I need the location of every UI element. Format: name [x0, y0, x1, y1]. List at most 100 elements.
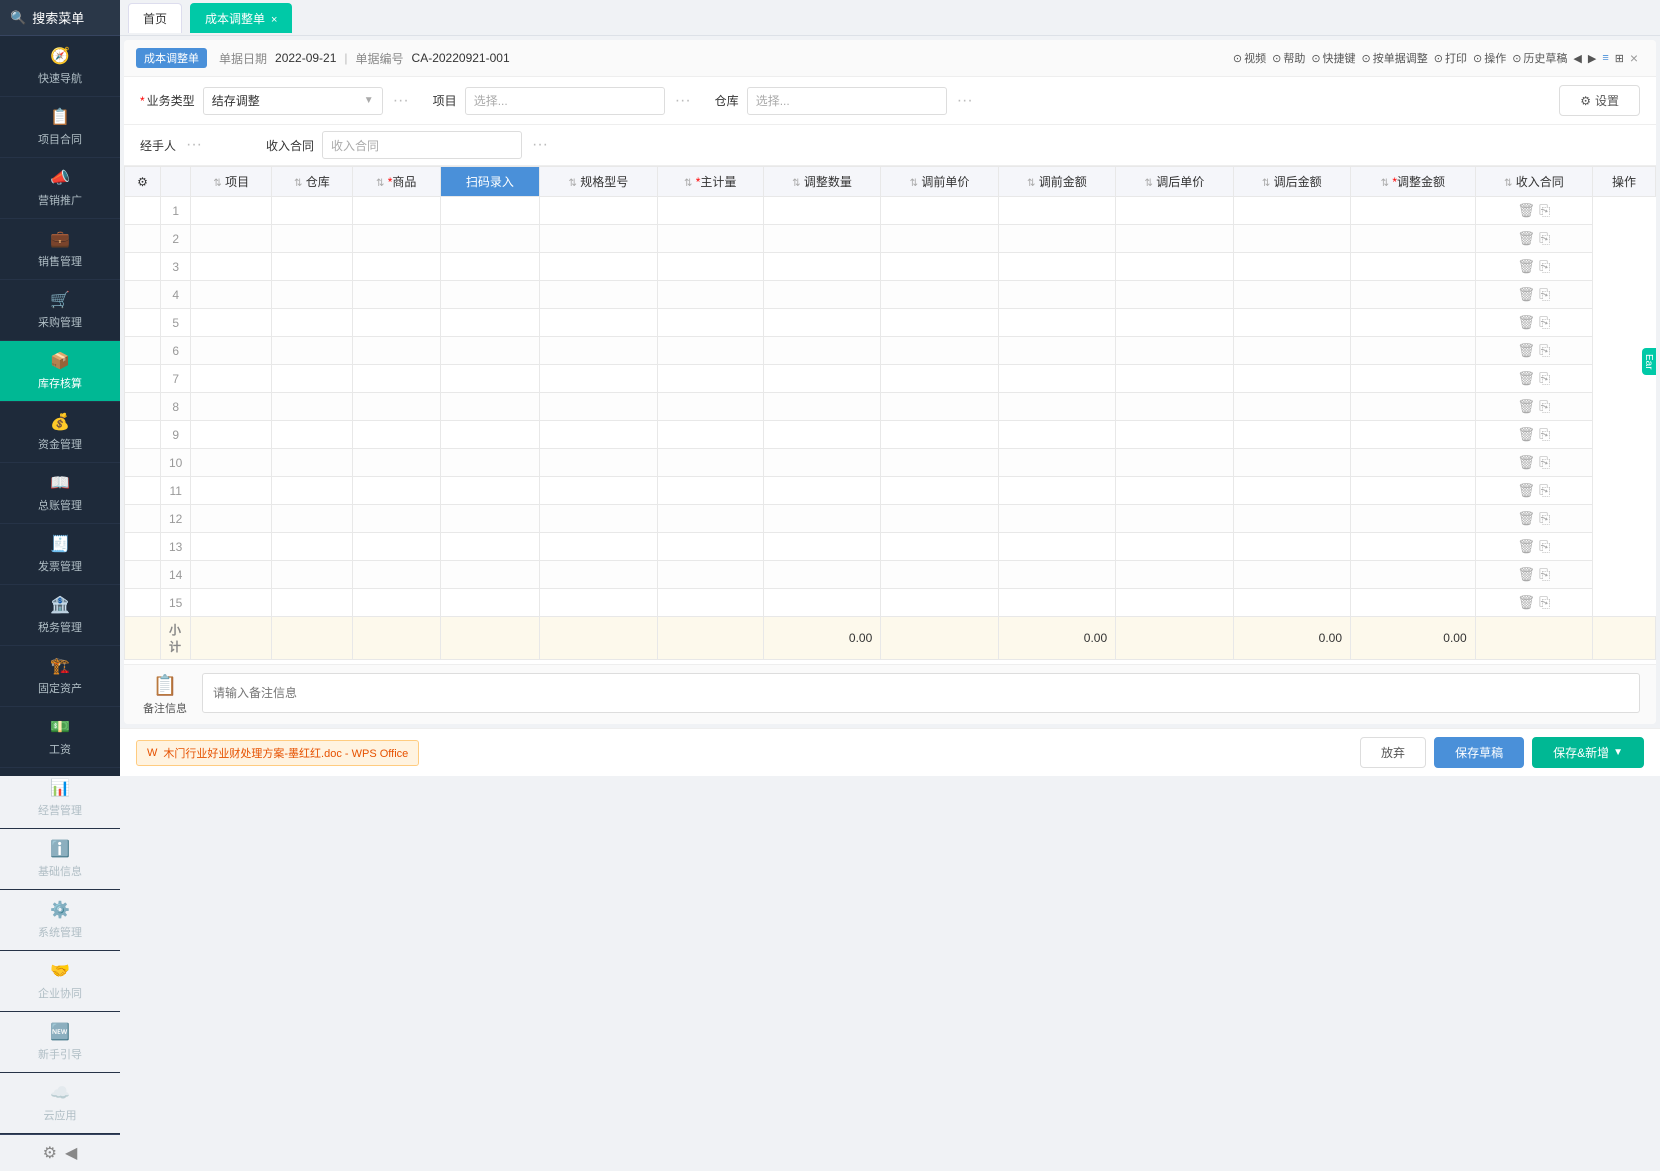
row-cell-12-9[interactable]	[881, 505, 998, 533]
row-cell-7-7[interactable]	[657, 365, 763, 393]
row-cell-13-11[interactable]	[1116, 533, 1233, 561]
row-action-1[interactable]: 🗑⎘	[1475, 197, 1592, 225]
action-adjust[interactable]: ⊙ 按单据调整	[1362, 50, 1428, 66]
row-cell-13-6[interactable]	[540, 533, 657, 561]
sidebar-item-quick-nav[interactable]: 🧭快速导航	[0, 36, 120, 97]
row-cell-5-12[interactable]	[1233, 309, 1350, 337]
row-cell-11-3[interactable]	[272, 477, 353, 505]
row-cell-14-9[interactable]	[881, 561, 998, 589]
sidebar-item-project-contract[interactable]: 📋项目合同	[0, 97, 120, 158]
row-cell-5-7[interactable]	[657, 309, 763, 337]
sidebar-item-system[interactable]: ⚙️系统管理	[0, 890, 120, 951]
row-delete-10[interactable]: 🗑	[1517, 454, 1535, 471]
row-cell-7-4[interactable]	[352, 365, 440, 393]
row-cell-6-8[interactable]	[763, 337, 880, 365]
notes-input[interactable]	[202, 673, 1640, 713]
row-cell-5-3[interactable]	[272, 309, 353, 337]
row-cell-13-3[interactable]	[272, 533, 353, 561]
row-cell-10-13[interactable]	[1351, 449, 1476, 477]
abandon-button[interactable]: 放弃	[1360, 737, 1426, 768]
row-cell-8-6[interactable]	[540, 393, 657, 421]
row-cell-2-4[interactable]	[352, 225, 440, 253]
row-cell-1-2[interactable]	[191, 197, 272, 225]
row-cell-10-9[interactable]	[881, 449, 998, 477]
row-action-14[interactable]: 🗑⎘	[1475, 561, 1592, 589]
row-cell-2-10[interactable]	[998, 225, 1115, 253]
row-action-2[interactable]: 🗑⎘	[1475, 225, 1592, 253]
row-cell-12-10[interactable]	[998, 505, 1115, 533]
row-cell-6-6[interactable]	[540, 337, 657, 365]
row-copy-2[interactable]: ⎘	[1539, 230, 1550, 247]
row-cell-15-4[interactable]	[352, 589, 440, 617]
sidebar-item-tax[interactable]: 🏦税务管理	[0, 585, 120, 646]
row-cell-4-10[interactable]	[998, 281, 1115, 309]
sidebar-item-invoice[interactable]: 🧾发票管理	[0, 524, 120, 585]
row-cell-15-8[interactable]	[763, 589, 880, 617]
row-cell-2-11[interactable]	[1116, 225, 1233, 253]
row-cell-1-4[interactable]	[352, 197, 440, 225]
row-cell-9-4[interactable]	[352, 421, 440, 449]
row-cell-10-2[interactable]	[191, 449, 272, 477]
sidebar-item-fixed-assets[interactable]: 🏗️固定资产	[0, 646, 120, 707]
row-cell-8-10[interactable]	[998, 393, 1115, 421]
row-cell-15-3[interactable]	[272, 589, 353, 617]
row-cell-14-13[interactable]	[1351, 561, 1476, 589]
row-cell-6-4[interactable]	[352, 337, 440, 365]
action-video[interactable]: ⊙ 视频	[1233, 50, 1266, 66]
row-cell-1-9[interactable]	[881, 197, 998, 225]
sidebar-item-new-guide[interactable]: 🆕新手引导	[0, 1012, 120, 1073]
sidebar-item-payroll[interactable]: 💵工资	[0, 707, 120, 768]
row-copy-3[interactable]: ⎘	[1539, 258, 1550, 275]
row-cell-4-7[interactable]	[657, 281, 763, 309]
row-cell-12-13[interactable]	[1351, 505, 1476, 533]
collapse-icon[interactable]: ◀	[65, 1143, 77, 1163]
row-cell-12-5[interactable]	[440, 505, 540, 533]
row-copy-1[interactable]: ⎘	[1539, 202, 1550, 219]
row-cell-12-6[interactable]	[540, 505, 657, 533]
row-copy-7[interactable]: ⎘	[1539, 370, 1550, 387]
row-cell-10-7[interactable]	[657, 449, 763, 477]
row-cell-15-9[interactable]	[881, 589, 998, 617]
warehouse-input[interactable]: 选择...	[747, 87, 947, 115]
sidebar-search[interactable]: 🔍 搜索菜单	[0, 0, 120, 36]
row-cell-13-9[interactable]	[881, 533, 998, 561]
row-cell-14-8[interactable]	[763, 561, 880, 589]
row-action-10[interactable]: 🗑⎘	[1475, 449, 1592, 477]
row-cell-13-10[interactable]	[998, 533, 1115, 561]
row-delete-9[interactable]: 🗑	[1517, 426, 1535, 443]
row-cell-6-3[interactable]	[272, 337, 353, 365]
row-cell-2-7[interactable]	[657, 225, 763, 253]
row-delete-11[interactable]: 🗑	[1517, 482, 1535, 499]
row-cell-4-6[interactable]	[540, 281, 657, 309]
row-cell-4-4[interactable]	[352, 281, 440, 309]
row-cell-1-10[interactable]	[998, 197, 1115, 225]
row-cell-3-4[interactable]	[352, 253, 440, 281]
row-copy-14[interactable]: ⎘	[1539, 566, 1550, 583]
row-cell-3-9[interactable]	[881, 253, 998, 281]
tab-cost-adjust[interactable]: 成本调整单×	[190, 3, 292, 33]
row-action-7[interactable]: 🗑⎘	[1475, 365, 1592, 393]
row-cell-14-4[interactable]	[352, 561, 440, 589]
action-help[interactable]: ⊙ 帮助	[1272, 50, 1305, 66]
row-copy-11[interactable]: ⎘	[1539, 482, 1550, 499]
row-cell-1-13[interactable]	[1351, 197, 1476, 225]
col-scan-input[interactable]: 扫码录入	[440, 167, 540, 197]
sidebar-item-enterprise[interactable]: 🤝企业协同	[0, 951, 120, 1012]
sidebar-item-finance[interactable]: 💰资金管理	[0, 402, 120, 463]
row-cell-6-9[interactable]	[881, 337, 998, 365]
row-cell-7-6[interactable]	[540, 365, 657, 393]
row-cell-9-7[interactable]	[657, 421, 763, 449]
sidebar-item-ledger[interactable]: 📖总账管理	[0, 463, 120, 524]
row-cell-11-9[interactable]	[881, 477, 998, 505]
row-cell-4-5[interactable]	[440, 281, 540, 309]
row-copy-12[interactable]: ⎘	[1539, 510, 1550, 527]
save-new-button[interactable]: 保存&新增 ▼	[1532, 737, 1644, 768]
row-cell-3-6[interactable]	[540, 253, 657, 281]
row-cell-6-7[interactable]	[657, 337, 763, 365]
row-cell-3-8[interactable]	[763, 253, 880, 281]
row-delete-8[interactable]: 🗑	[1517, 398, 1535, 415]
row-cell-9-10[interactable]	[998, 421, 1115, 449]
row-cell-9-2[interactable]	[191, 421, 272, 449]
row-cell-15-6[interactable]	[540, 589, 657, 617]
row-cell-10-11[interactable]	[1116, 449, 1233, 477]
